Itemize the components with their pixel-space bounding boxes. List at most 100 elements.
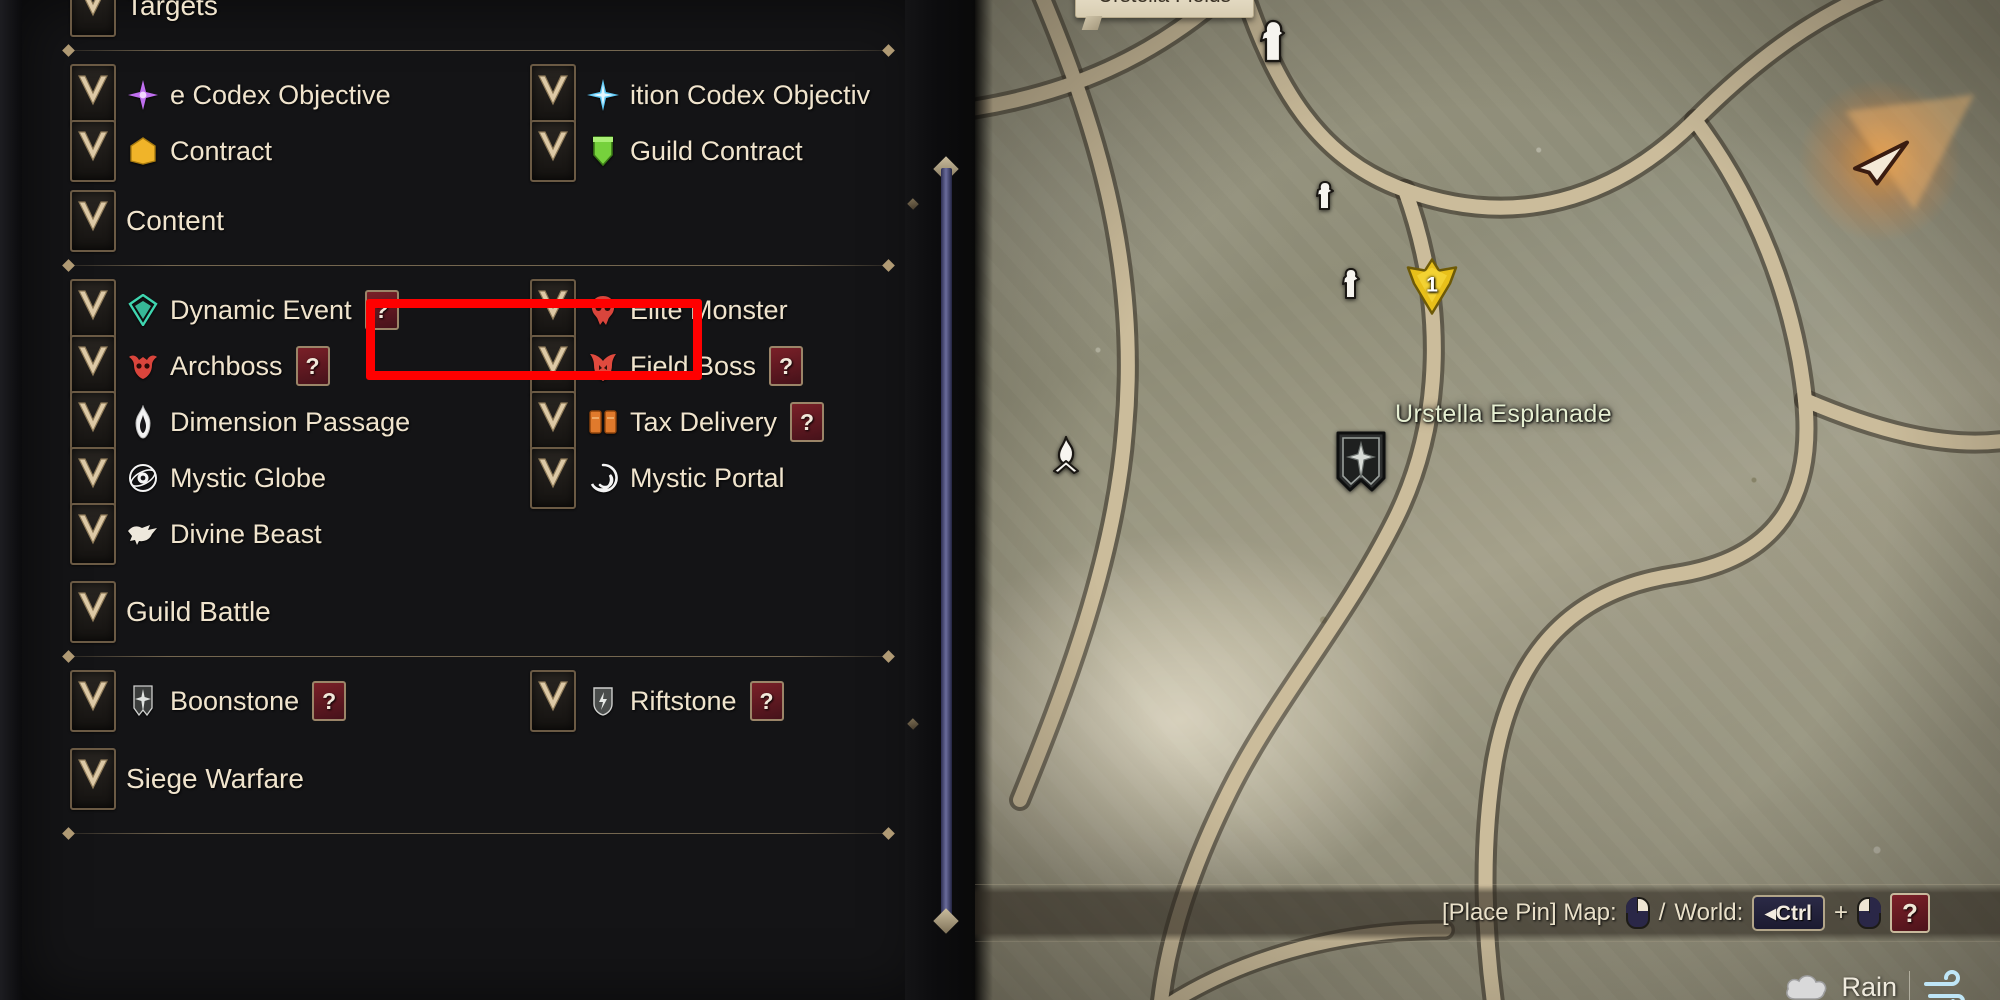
objective-shield-marker[interactable]: 1 [1406,258,1458,321]
panel-body: Targets e Codex Objective ition Codex Ob… [22,0,927,1000]
checkbox-mystic-portal[interactable] [530,447,576,509]
list-item-mystic-globe[interactable]: Mystic Globe [70,447,530,509]
list-item-label: Boonstone [170,685,300,716]
map-left-shadow [975,0,993,1000]
checkbox-elite-monster[interactable] [530,279,576,341]
boonstone-banner-marker[interactable] [1334,430,1388,496]
list-item-label: Archboss [170,350,283,381]
campfire-marker[interactable] [1048,435,1084,475]
list-item-codex-objective[interactable]: e Codex Objective [70,64,530,126]
siege-warfare-header-label: Siege Warfare [126,763,304,794]
table-row: e Codex Objective ition Codex Objectiv [70,64,927,126]
checkbox-content[interactable] [70,190,116,252]
player-position-arrow [1795,44,2000,245]
table-row: Mystic Globe Mystic Portal [70,447,927,509]
list-item-elite-monster[interactable]: Elite Monster [530,279,788,341]
guild-battle-header-label: Guild Battle [126,596,271,627]
list-item-dynamic-event[interactable]: Dynamic Event ? [70,279,530,341]
content-header-row[interactable]: Content [22,190,927,252]
list-item-dimension-passage[interactable]: Dimension Passage [70,391,530,453]
list-item-guild-contract[interactable]: Guild Contract [530,120,803,182]
table-row: Divine Beast [70,503,927,565]
list-item-archboss[interactable]: Archboss ? [70,335,530,397]
checkbox-ition-codex-objective[interactable] [530,64,576,126]
white-spiral-globe-icon [126,461,160,495]
objective-shield-count: 1 [1426,273,1438,297]
targets-header-row[interactable]: Targets [22,0,927,37]
list-item-label: Mystic Portal [630,462,785,493]
green-banner-icon [586,134,620,168]
checkbox-tax-delivery[interactable] [530,391,576,453]
ghost-figure-marker[interactable] [1256,19,1290,65]
ghost-figure-marker-3[interactable] [1339,267,1363,301]
map-help-button[interactable]: ? [1890,893,1930,933]
checkbox-targets[interactable] [70,0,116,37]
checkbox-mystic-globe[interactable] [70,447,116,509]
table-row: Dimension Passage Tax Delivery ? [70,391,927,453]
list-item-label: Tax Delivery [630,406,778,437]
checkbox-boonstone[interactable] [70,670,116,732]
left-mouse-icon [1625,897,1650,929]
map-filter-panel: Targets e Codex Objective ition Codex Ob… [0,0,975,1000]
checkbox-siege-warfare[interactable] [70,748,116,810]
world-map[interactable]: Urstella Fields Urstella Esplanade 1 [975,0,2000,1000]
checkbox-guild-battle[interactable] [70,581,116,643]
list-item-label: Elite Monster [630,294,788,325]
place-pin-label: [Place Pin] Map: [1441,899,1617,926]
list-item-label: Field Boss [630,350,757,381]
cloud-icon [1786,975,1827,1000]
ghost-figure-marker-2[interactable] [1313,180,1337,212]
section-siege-warfare: Siege Warfare [22,748,927,834]
list-item-boonstone[interactable]: Boonstone ? [70,670,530,732]
checkbox-field-boss[interactable] [530,335,576,397]
help-button[interactable]: ? [364,290,399,330]
checkbox-divine-beast[interactable] [70,503,116,565]
guild-battle-items: Boonstone ? Riftstone ? [22,670,927,732]
list-item-tax-delivery[interactable]: Tax Delivery ? [530,391,825,453]
white-swirl-icon [586,461,620,495]
list-item-mystic-portal[interactable]: Mystic Portal [530,447,785,509]
checkbox-archboss[interactable] [70,335,116,397]
help-button[interactable]: ? [769,346,804,386]
checkbox-riftstone[interactable] [530,670,576,732]
map-region-label: Urstella Esplanade [1395,400,1613,428]
panel-scrollbar[interactable] [933,150,959,940]
divider-content [70,265,887,266]
list-item-riftstone[interactable]: Riftstone ? [530,670,784,732]
ctrl-key[interactable]: ◂Ctrl [1752,895,1825,931]
list-item-field-boss[interactable]: Field Boss ? [530,335,804,397]
checkbox-codex-objective[interactable] [70,64,116,126]
checkbox-dimension-passage[interactable] [70,391,116,453]
blue-star-icon [586,78,620,112]
divider-targets [70,50,887,51]
list-item-ition-codex-objective[interactable]: ition Codex Objectiv [530,64,870,126]
section-content: Content Dynamic Event ? Elite Monster Ar… [22,190,927,565]
scrollbar-thumb[interactable] [941,168,952,920]
list-item-divine-beast[interactable]: Divine Beast [70,503,530,565]
plus-sign: + [1833,899,1848,926]
divider-siege-warfare [70,833,887,834]
red-skull-icon [586,293,620,327]
help-button[interactable]: ? [749,681,784,721]
help-button[interactable]: ? [312,681,347,721]
orange-cart-icon [586,405,620,439]
help-button[interactable]: ? [295,346,330,386]
list-item-label: Dimension Passage [170,406,411,437]
checkbox-dynamic-event[interactable] [70,279,116,341]
siege-warfare-header-row[interactable]: Siege Warfare [22,748,927,810]
panel-left-rail [0,0,24,1000]
game-map-screen: Urstella Fields Urstella Esplanade 1 [0,0,2000,1000]
wind-icon [1924,970,1965,1000]
checkbox-guild-contract[interactable] [530,120,576,182]
checkbox-contract[interactable] [70,120,116,182]
list-item-contract[interactable]: Contract [70,120,530,182]
table-row: Contract Guild Contract [70,120,927,182]
red-horned-skull-icon [126,349,160,383]
guild-battle-header-row[interactable]: Guild Battle [22,581,927,643]
list-item-label: Mystic Globe [170,462,327,493]
weather-divider [1909,971,1910,1000]
boonstone-banner-icon [126,684,160,718]
help-button[interactable]: ? [790,402,825,442]
weather-indicator: Rain [1783,970,1974,1000]
targets-items: e Codex Objective ition Codex Objectiv C… [22,64,927,182]
